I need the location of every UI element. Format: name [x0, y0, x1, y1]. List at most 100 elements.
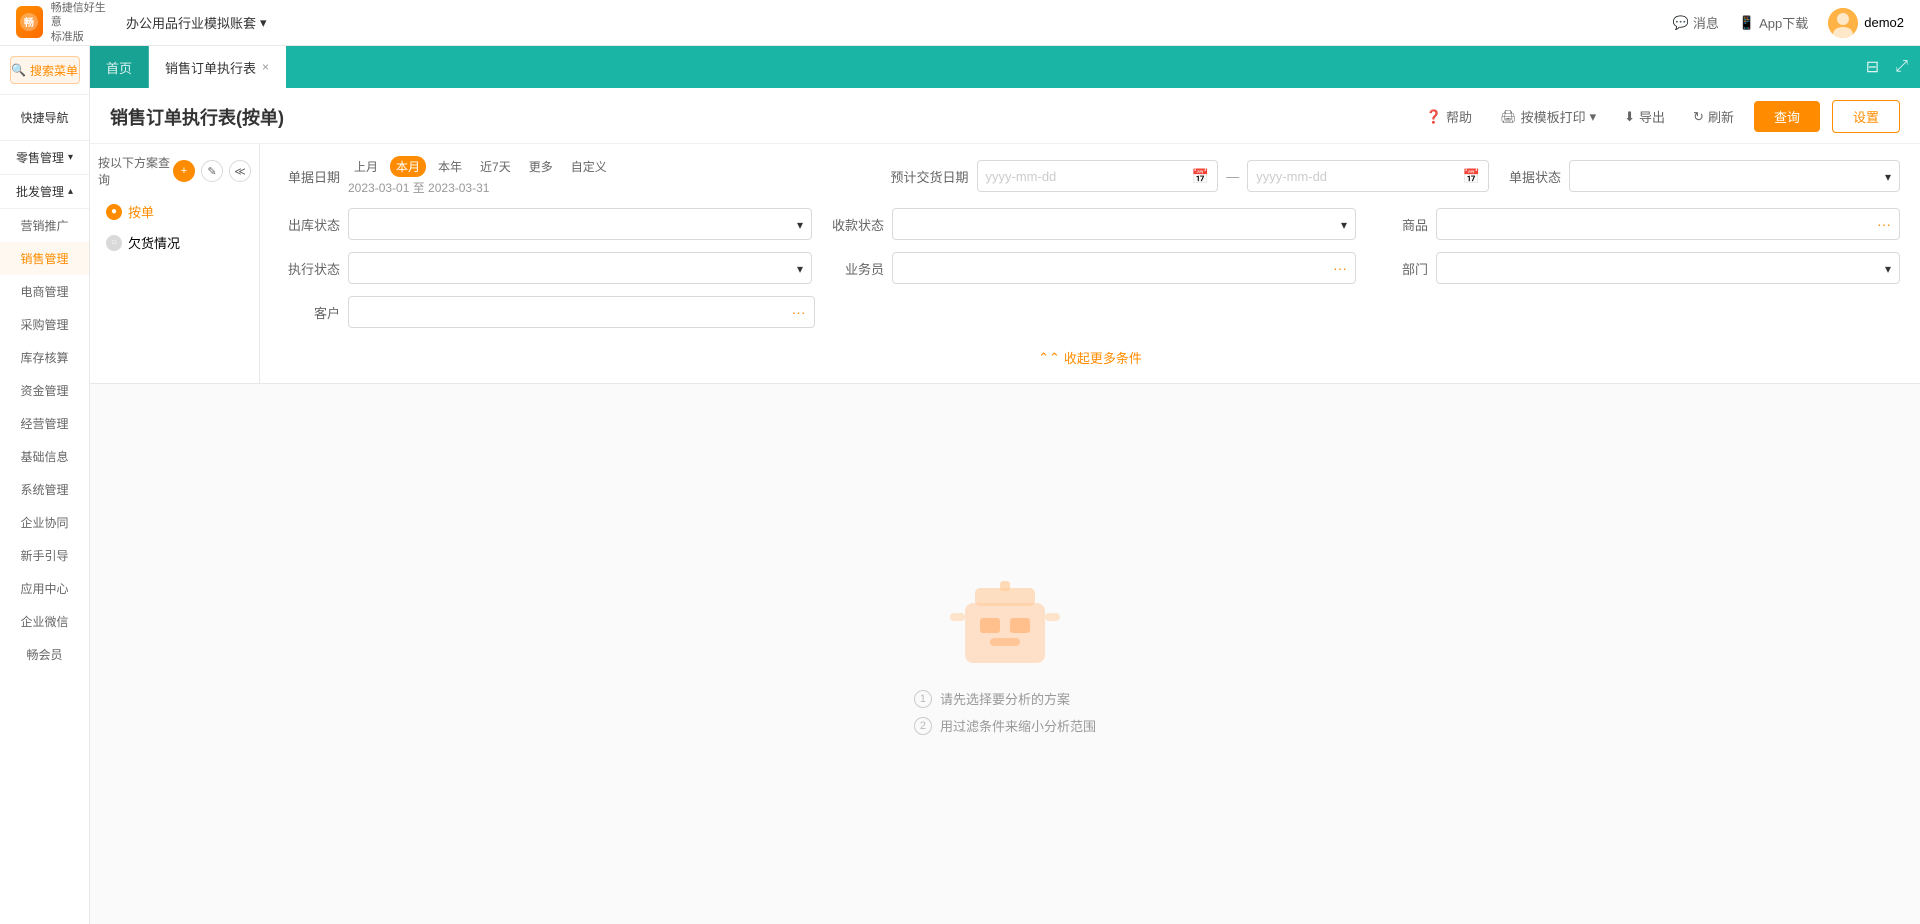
- top-bar: 畅 畅捷信好生意 标准版 办公用品行业模拟账套 ▾ 💬 消息 📱 App下载 d…: [0, 0, 1920, 46]
- right-panel: 首页 销售订单执行表 × ⊟ ⤢ 销售订单执行表(按单) ❓ 帮助: [90, 46, 1920, 924]
- shortcut-custom[interactable]: 自定义: [565, 156, 613, 177]
- date-range-display: 2023-03-01 至 2023-03-31: [348, 179, 879, 196]
- refresh-icon: ↻: [1693, 109, 1704, 125]
- sidebar-item-marketing[interactable]: 营销推广: [0, 209, 89, 242]
- quick-nav-section: 快捷导航: [0, 95, 89, 141]
- filter-exec-status: 执行状态: [280, 252, 812, 284]
- tab-home[interactable]: 首页: [90, 46, 149, 88]
- logo-icon: 畅: [16, 6, 43, 38]
- expected-date-start-input[interactable]: yyyy-mm-dd 📅: [977, 160, 1219, 192]
- chevron-down-icon: ▾: [260, 15, 267, 31]
- sidebar-item-sales[interactable]: 销售管理: [0, 242, 89, 275]
- sidebar-item-finance[interactable]: 资金管理: [0, 374, 89, 407]
- user-avatar-area[interactable]: demo2: [1828, 8, 1904, 38]
- delivery-status-select[interactable]: [348, 208, 812, 240]
- print-button[interactable]: 🖨 按模板打印 ▾: [1492, 103, 1604, 130]
- help-icon: ❓: [1426, 109, 1442, 125]
- sidebar-item-ecommerce[interactable]: 电商管理: [0, 275, 89, 308]
- tab-minimize-icon[interactable]: ⊟: [1862, 53, 1883, 81]
- shortcut-this-month[interactable]: 本月: [390, 156, 426, 177]
- shortcut-this-year[interactable]: 本年: [432, 156, 468, 177]
- tab-expand-icon[interactable]: ⤢: [1891, 54, 1912, 80]
- product-label: 商品: [1368, 215, 1428, 234]
- sidebar-item-wechat[interactable]: 企业微信: [0, 605, 89, 638]
- export-button[interactable]: ⬇ 导出: [1616, 103, 1673, 130]
- sidebar-item-retail[interactable]: 零售管理 ▾: [0, 141, 89, 175]
- sidebar: 🔍 搜索菜单 快捷导航 零售管理 ▾ 批发管理 ▴ 营销推广 销售管理 电商管理…: [0, 46, 90, 924]
- collection-status-select[interactable]: [892, 208, 1356, 240]
- expected-date-label: 预计交货日期: [891, 167, 969, 186]
- export-icon: ⬇: [1624, 109, 1635, 125]
- tab-close-icon[interactable]: ×: [262, 61, 269, 73]
- filter-expected-date: 预计交货日期 yyyy-mm-dd 📅 — yyyy-mm-dd 📅: [891, 160, 1490, 192]
- sidebar-item-member[interactable]: 畅会员: [0, 638, 89, 671]
- collapse-scheme-button[interactable]: ≪: [229, 160, 251, 182]
- add-scheme-button[interactable]: +: [173, 160, 195, 182]
- customer-select[interactable]: ···: [348, 296, 815, 328]
- settings-button[interactable]: 设置: [1832, 100, 1900, 133]
- page-title: 销售订单执行表(按单): [110, 104, 284, 130]
- sidebar-item-wholesale[interactable]: 批发管理 ▴: [0, 175, 89, 209]
- sidebar-item-newbie[interactable]: 新手引导: [0, 539, 89, 572]
- help-button[interactable]: ❓ 帮助: [1418, 103, 1480, 130]
- industry-selector[interactable]: 办公用品行业模拟账套 ▾: [118, 9, 275, 36]
- print-icon: 🖨: [1500, 109, 1517, 125]
- sidebar-item-system[interactable]: 系统管理: [0, 473, 89, 506]
- sidebar-item-operations[interactable]: 经营管理: [0, 407, 89, 440]
- product-dots-icon[interactable]: ···: [1877, 216, 1891, 232]
- empty-state: 1 请先选择要分析的方案 2 用过滤条件来缩小分析范围: [914, 513, 1096, 795]
- expected-date-range: yyyy-mm-dd 📅 — yyyy-mm-dd 📅: [977, 160, 1489, 192]
- shortcut-last-month[interactable]: 上月: [348, 156, 384, 177]
- step-number-1: 1: [914, 690, 932, 708]
- salesperson-dots-icon[interactable]: ···: [1333, 260, 1347, 276]
- collapse-filter-button[interactable]: ⌃⌃ 收起更多条件: [280, 340, 1900, 371]
- quick-nav-item[interactable]: 快捷导航: [0, 103, 89, 132]
- exec-status-chevron: [797, 261, 803, 276]
- logo-text: 畅捷信好生意 标准版: [51, 1, 106, 44]
- logo-area: 畅 畅捷信好生意 标准版: [16, 1, 106, 44]
- calendar-end-icon[interactable]: 📅: [1463, 168, 1480, 185]
- sidebar-item-app-center[interactable]: 应用中心: [0, 572, 89, 605]
- sidebar-item-basic-info[interactable]: 基础信息: [0, 440, 89, 473]
- sidebar-item-inventory[interactable]: 库存核算: [0, 341, 89, 374]
- shortcut-last-7-days[interactable]: 近7天: [474, 156, 517, 177]
- search-button[interactable]: 查询: [1754, 101, 1820, 132]
- exec-status-label: 执行状态: [280, 259, 340, 278]
- filter-schemes-title: 按以下方案查询: [98, 154, 173, 188]
- department-select[interactable]: [1436, 252, 1900, 284]
- order-status-select[interactable]: [1569, 160, 1900, 192]
- sidebar-search-area: 🔍 搜索菜单: [0, 46, 89, 95]
- app-download-button[interactable]: 📱 App下载: [1739, 13, 1808, 32]
- scheme-item-order[interactable]: ● 按单: [98, 196, 251, 227]
- chevron-down-icon: ▾: [68, 152, 73, 163]
- edit-scheme-button[interactable]: ✎: [201, 160, 223, 182]
- content-area: 销售订单执行表(按单) ❓ 帮助 🖨 按模板打印 ▾ ⬇ 导出: [90, 88, 1920, 924]
- delivery-chevron: [797, 217, 803, 232]
- message-button[interactable]: 💬 消息: [1673, 13, 1719, 32]
- order-status-label: 单据状态: [1501, 167, 1561, 186]
- product-select[interactable]: ···: [1436, 208, 1900, 240]
- calendar-start-icon[interactable]: 📅: [1192, 168, 1209, 185]
- sidebar-item-purchase[interactable]: 采购管理: [0, 308, 89, 341]
- filter-schemes-panel: 按以下方案查询 + ✎ ≪ ● 按单 ○ 欠货情况: [90, 144, 260, 383]
- expected-date-end-input[interactable]: yyyy-mm-dd 📅: [1247, 160, 1489, 192]
- search-menu-button[interactable]: 🔍 搜索菜单: [10, 56, 80, 84]
- filter-row-3: 执行状态 业务员 ···: [280, 252, 1900, 284]
- date-shortcuts: 上月 本月 本年 近7天 更多 自定义: [348, 156, 879, 177]
- refresh-button[interactable]: ↻ 刷新: [1685, 103, 1742, 130]
- filter-salesperson: 业务员 ···: [824, 252, 1356, 284]
- search-icon: 🔍: [11, 63, 26, 77]
- filter-collection-status: 收款状态: [824, 208, 1356, 240]
- page-header: 销售订单执行表(按单) ❓ 帮助 🖨 按模板打印 ▾ ⬇ 导出: [90, 88, 1920, 144]
- exec-status-select[interactable]: [348, 252, 812, 284]
- sidebar-item-enterprise[interactable]: 企业协同: [0, 506, 89, 539]
- scheme-item-backorder[interactable]: ○ 欠货情况: [98, 227, 251, 258]
- empty-steps-list: 1 请先选择要分析的方案 2 用过滤条件来缩小分析范围: [914, 689, 1096, 735]
- shortcut-more[interactable]: 更多: [523, 156, 559, 177]
- customer-dots-icon[interactable]: ···: [792, 304, 806, 320]
- scheme-dot-active: ●: [106, 204, 122, 220]
- empty-step-2: 2 用过滤条件来缩小分析范围: [914, 716, 1096, 735]
- tab-active[interactable]: 销售订单执行表 ×: [149, 46, 286, 88]
- salesperson-select[interactable]: ···: [892, 252, 1356, 284]
- filter-panel: 按以下方案查询 + ✎ ≪ ● 按单 ○ 欠货情况: [90, 144, 1920, 384]
